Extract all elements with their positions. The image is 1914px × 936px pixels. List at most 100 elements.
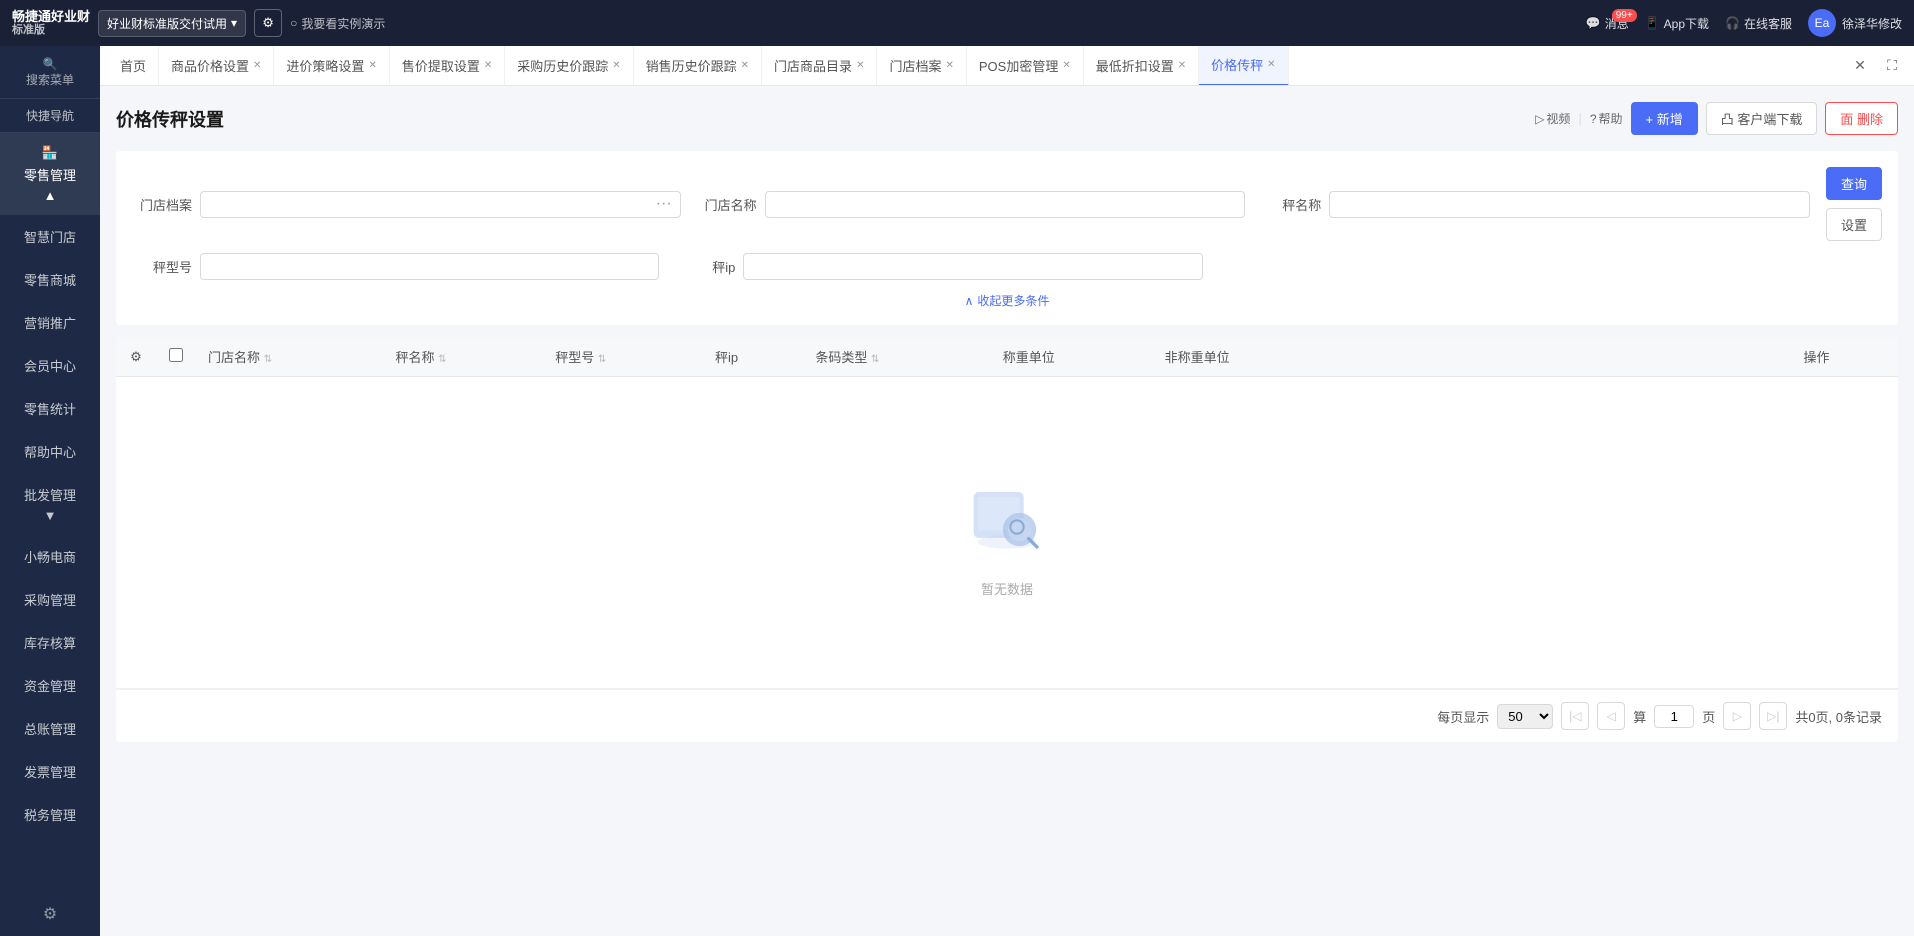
sort-store-name-icon[interactable]: ⇅ xyxy=(264,354,272,365)
scale-model-input[interactable] xyxy=(200,253,659,280)
chevron-down-icon: ▾ xyxy=(231,16,237,30)
demo-link[interactable]: ○ 我要看实例演示 xyxy=(290,15,385,32)
close-tab-product-price[interactable]: ✕ xyxy=(253,60,261,71)
th-barcode-type: 条码类型 ⇅ xyxy=(803,337,990,377)
collapse-icon: ▼ xyxy=(44,508,57,523)
close-tab-price-scale[interactable]: ✕ xyxy=(1267,59,1275,70)
top-bar: 畅捷通好业财 标准版 好业财标准版交付试用 ▾ ⚙ ○ 我要看实例演示 💬 消息… xyxy=(0,0,1914,46)
close-tab-min-discount[interactable]: ✕ xyxy=(1178,60,1186,71)
filter-scale-ip: 秤ip xyxy=(675,253,1202,280)
th-scale-ip: 秤ip xyxy=(703,337,803,377)
filter-settings-button[interactable]: 设置 xyxy=(1826,208,1882,241)
main-area: 🔍 搜索菜单 快捷导航 🏪 零售管理 ▲ 智慧门店 零售商城 xyxy=(0,46,1914,936)
tab-bar-actions: ✕ ⛶ xyxy=(1846,52,1906,80)
filter-scale-model: 秤型号 xyxy=(132,253,659,280)
sidebar-item-finance[interactable]: 资金管理 xyxy=(0,664,100,707)
user-menu[interactable]: Ea 徐泽华修改 xyxy=(1808,9,1902,37)
table-header: ⚙ 门店名称 ⇅ xyxy=(116,337,1898,377)
sidebar-search[interactable]: 🔍 搜索菜单 xyxy=(0,46,100,99)
tab-store-catalog[interactable]: 门店商品目录 ✕ xyxy=(762,46,877,86)
sidebar-item-tax-mgmt[interactable]: 税务管理 xyxy=(0,793,100,836)
tab-purchase-history[interactable]: 采购历史价跟踪 ✕ xyxy=(505,46,633,86)
page-actions: ▷ 视频 | ? 帮助 + 新增 凸 客户端下载 xyxy=(1535,102,1898,135)
per-page-select[interactable]: 50 10 20 100 xyxy=(1497,704,1553,729)
version-selector[interactable]: 好业财标准版交付试用 ▾ xyxy=(98,10,246,37)
per-page-label: 每页显示 xyxy=(1437,707,1489,726)
filter-row-1: 门店档案 ··· 门店名称 秤名称 xyxy=(132,167,1882,241)
sidebar-settings[interactable]: ⚙ xyxy=(0,892,100,936)
select-all-checkbox[interactable] xyxy=(169,348,183,362)
store-profile-dots-button[interactable]: ··· xyxy=(648,195,680,213)
tab-sale-extract[interactable]: 售价提取设置 ✕ xyxy=(390,46,505,86)
delete-button[interactable]: 面 删除 xyxy=(1825,102,1898,135)
page-input[interactable] xyxy=(1654,705,1694,728)
scale-ip-label: 秤ip xyxy=(675,257,735,276)
prev-page-button[interactable]: ◁ xyxy=(1597,702,1625,730)
sidebar-item-member-center[interactable]: 会员中心 xyxy=(0,344,100,387)
close-tab-store-profile[interactable]: ✕ xyxy=(945,60,953,71)
tab-purchase-strategy[interactable]: 进价策略设置 ✕ xyxy=(274,46,389,86)
sort-scale-model-icon[interactable]: ⇅ xyxy=(598,354,606,365)
add-button[interactable]: + 新增 xyxy=(1631,102,1698,135)
expand-tab-button[interactable]: ⛶ xyxy=(1878,52,1906,80)
page-header: 价格传秤设置 ▷ 视频 | ? 帮助 + 新增 xyxy=(116,102,1898,135)
query-button[interactable]: 查询 xyxy=(1826,167,1882,200)
close-tab-sale-extract[interactable]: ✕ xyxy=(484,60,492,71)
filter-row-2: 秤型号 秤ip xyxy=(132,253,1882,280)
app-download-button[interactable]: 📱 App下载 xyxy=(1645,15,1709,32)
sidebar-item-general-ledger[interactable]: 总账管理 xyxy=(0,707,100,750)
sidebar-item-smart-store[interactable]: 智慧门店 xyxy=(0,215,100,258)
close-tab-store-catalog[interactable]: ✕ xyxy=(856,60,864,71)
search-icon: 🔍 xyxy=(43,57,58,71)
sidebar-item-invoice-mgmt[interactable]: 发票管理 xyxy=(0,750,100,793)
collapse-button[interactable]: ∧ 收起更多条件 xyxy=(132,292,1882,309)
sort-barcode-type-icon[interactable]: ⇅ xyxy=(871,354,879,365)
empty-cell: 暂无数据 xyxy=(116,377,1898,689)
tab-store-profile[interactable]: 门店档案 ✕ xyxy=(877,46,966,86)
close-tab-sale-history[interactable]: ✕ xyxy=(741,60,749,71)
online-service-button[interactable]: 🎧 在线客服 xyxy=(1725,15,1792,32)
first-page-button[interactable]: |◁ xyxy=(1561,702,1589,730)
close-tab-purchase-strategy[interactable]: ✕ xyxy=(368,60,376,71)
close-tab-pos-mgmt[interactable]: ✕ xyxy=(1062,60,1070,71)
tab-min-discount[interactable]: 最低折扣设置 ✕ xyxy=(1084,46,1199,86)
store-profile-input[interactable] xyxy=(201,192,648,217)
scale-ip-input[interactable] xyxy=(743,253,1202,280)
tab-sale-history[interactable]: 销售历史价跟踪 ✕ xyxy=(634,46,762,86)
retail-mgmt-icon: 🏪 xyxy=(42,145,58,161)
sidebar-item-retail-stats[interactable]: 零售统计 xyxy=(0,387,100,430)
help-link[interactable]: ? 帮助 xyxy=(1590,110,1623,127)
filter-card: 门店档案 ··· 门店名称 秤名称 xyxy=(116,151,1898,325)
sidebar-item-xiaochang-ecom[interactable]: 小畅电商 xyxy=(0,535,100,578)
th-non-weight-unit: 非称重单位 xyxy=(1153,337,1792,377)
sidebar-quick-nav[interactable]: 快捷导航 xyxy=(0,99,100,133)
avatar: Ea xyxy=(1808,9,1836,37)
sidebar-item-retail-mgmt[interactable]: 🏪 零售管理 ▲ xyxy=(0,133,100,215)
last-page-button[interactable]: ▷| xyxy=(1759,702,1787,730)
tab-product-price[interactable]: 商品价格设置 ✕ xyxy=(159,46,274,86)
table-settings-icon[interactable]: ⚙ xyxy=(130,349,142,364)
scale-name-label: 秤名称 xyxy=(1261,195,1321,214)
scale-name-input[interactable] xyxy=(1329,191,1810,218)
sort-scale-name-icon[interactable]: ⇅ xyxy=(438,354,446,365)
empty-illustration xyxy=(957,467,1057,567)
sidebar-item-purchase-mgmt[interactable]: 采购管理 xyxy=(0,578,100,621)
tab-pos-mgmt[interactable]: POS加密管理 ✕ xyxy=(967,46,1084,86)
sidebar-item-inventory[interactable]: 库存核算 xyxy=(0,621,100,664)
tab-home[interactable]: 首页 xyxy=(108,46,159,86)
close-tab-purchase-history[interactable]: ✕ xyxy=(612,60,620,71)
video-link[interactable]: ▷ 视频 xyxy=(1535,110,1570,127)
sidebar-item-help-center[interactable]: 帮助中心 xyxy=(0,430,100,473)
close-tab-button[interactable]: ✕ xyxy=(1846,52,1874,80)
sidebar-item-wholesale-mgmt[interactable]: 批发管理 ▼ xyxy=(0,473,100,535)
next-page-button[interactable]: ▷ xyxy=(1723,702,1751,730)
table-header-row: ⚙ 门店名称 ⇅ xyxy=(116,337,1898,377)
download-button[interactable]: 凸 客户端下载 xyxy=(1706,102,1818,135)
sidebar-item-marketing[interactable]: 营销推广 xyxy=(0,301,100,344)
headset-icon: 🎧 xyxy=(1725,16,1740,30)
store-name-input[interactable] xyxy=(765,191,1246,218)
message-button[interactable]: 💬 消息 99+ xyxy=(1586,15,1629,32)
tab-price-scale[interactable]: 价格传秤 ✕ xyxy=(1199,46,1288,86)
sidebar-item-retail-mall[interactable]: 零售商城 xyxy=(0,258,100,301)
settings-icon[interactable]: ⚙ xyxy=(254,9,282,37)
